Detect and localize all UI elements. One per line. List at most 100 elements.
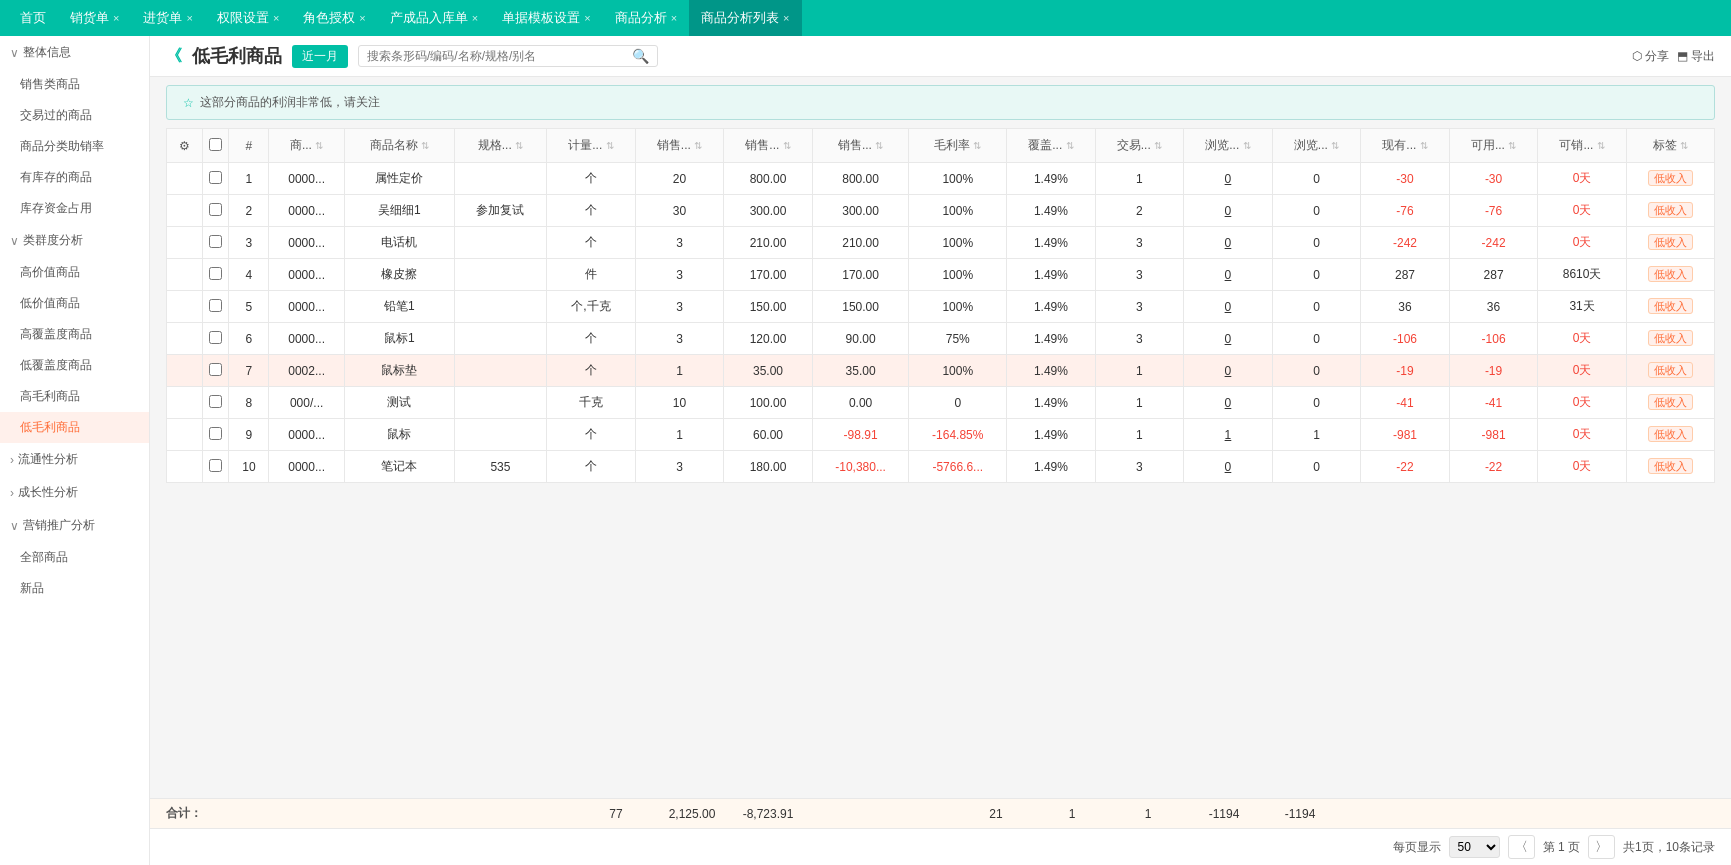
- sidebar-group-cluster[interactable]: ∨ 类群度分析: [0, 224, 149, 257]
- nav-item-permissions[interactable]: 权限设置 ×: [205, 0, 291, 36]
- export-button[interactable]: ⬒ 导出: [1677, 48, 1715, 65]
- row-checkbox[interactable]: [209, 299, 222, 312]
- row-checkbox[interactable]: [209, 363, 222, 376]
- close-icon[interactable]: ×: [273, 12, 279, 24]
- cell-coverage: 1.49%: [1007, 451, 1096, 483]
- close-icon[interactable]: ×: [186, 12, 192, 24]
- cell-checkbox[interactable]: [203, 163, 229, 195]
- cell-view1[interactable]: 0: [1184, 227, 1273, 259]
- nav-item-product-entry[interactable]: 产成品入库单 ×: [378, 0, 490, 36]
- nav-item-purchase[interactable]: 进货单 ×: [131, 0, 204, 36]
- cell-view1[interactable]: 0: [1184, 163, 1273, 195]
- th-spec[interactable]: 规格... ⇅: [454, 129, 547, 163]
- sidebar-item-low-margin[interactable]: 低毛利商品: [0, 412, 149, 443]
- nav-item-product-analysis[interactable]: 商品分析 ×: [603, 0, 689, 36]
- th-sales-qty[interactable]: 销售... ⇅: [635, 129, 724, 163]
- cell-checkbox[interactable]: [203, 259, 229, 291]
- th-coverage[interactable]: 覆盖... ⇅: [1007, 129, 1096, 163]
- row-checkbox[interactable]: [209, 267, 222, 280]
- cell-view1[interactable]: 0: [1184, 387, 1273, 419]
- nav-item-home[interactable]: 首页: [8, 0, 58, 36]
- sidebar-item-traded-products[interactable]: 交易过的商品: [0, 100, 149, 131]
- share-button[interactable]: ⬡ 分享: [1632, 48, 1669, 65]
- close-icon[interactable]: ×: [359, 12, 365, 24]
- cell-checkbox[interactable]: [203, 355, 229, 387]
- cell-sales-qty: 3: [635, 451, 724, 483]
- cell-view1[interactable]: 0: [1184, 451, 1273, 483]
- th-trade-count[interactable]: 交易... ⇅: [1095, 129, 1184, 163]
- collapse-sidebar-button[interactable]: 《: [166, 46, 182, 67]
- th-view1[interactable]: 浏览... ⇅: [1184, 129, 1273, 163]
- sidebar-item-new-products[interactable]: 新品: [0, 573, 149, 604]
- sidebar-group-circulation[interactable]: › 流通性分析: [0, 443, 149, 476]
- cell-checkbox[interactable]: [203, 419, 229, 451]
- cell-checkbox[interactable]: [203, 195, 229, 227]
- row-checkbox[interactable]: [209, 427, 222, 440]
- sidebar-item-high-coverage[interactable]: 高覆盖度商品: [0, 319, 149, 350]
- row-checkbox[interactable]: [209, 203, 222, 216]
- prev-page-button[interactable]: 〈: [1508, 835, 1535, 859]
- close-icon[interactable]: ×: [783, 12, 789, 24]
- sidebar-item-low-coverage[interactable]: 低覆盖度商品: [0, 350, 149, 381]
- cell-checkbox[interactable]: [203, 387, 229, 419]
- close-icon[interactable]: ×: [472, 12, 478, 24]
- close-icon[interactable]: ×: [584, 12, 590, 24]
- nav-item-product-analysis-list[interactable]: 商品分析列表 ×: [689, 0, 801, 36]
- row-checkbox[interactable]: [209, 171, 222, 184]
- close-icon[interactable]: ×: [671, 12, 677, 24]
- cell-view1[interactable]: 0: [1184, 355, 1273, 387]
- th-sellable-days[interactable]: 可销... ⇅: [1538, 129, 1627, 163]
- sidebar-item-high-value[interactable]: 高价值商品: [0, 257, 149, 288]
- per-page-select[interactable]: 50 20 100: [1449, 836, 1500, 858]
- th-view2[interactable]: 浏览... ⇅: [1272, 129, 1361, 163]
- nav-item-roles[interactable]: 角色授权 ×: [291, 0, 377, 36]
- th-gross-margin[interactable]: 毛利率 ⇅: [909, 129, 1007, 163]
- sidebar-item-sales-products[interactable]: 销售类商品: [0, 69, 149, 100]
- cell-checkbox[interactable]: [203, 451, 229, 483]
- cell-checkbox[interactable]: [203, 227, 229, 259]
- nav-item-template[interactable]: 单据模板设置 ×: [490, 0, 602, 36]
- cell-view1[interactable]: 0: [1184, 291, 1273, 323]
- cell-view2: 0: [1272, 355, 1361, 387]
- sidebar-item-stocked-products[interactable]: 有库存的商品: [0, 162, 149, 193]
- th-sales-amount[interactable]: 销售... ⇅: [724, 129, 813, 163]
- sidebar-group-marketing[interactable]: ∨ 营销推广分析: [0, 509, 149, 542]
- cell-view1[interactable]: 1: [1184, 419, 1273, 451]
- cell-view1[interactable]: 0: [1184, 323, 1273, 355]
- sidebar-item-all-products[interactable]: 全部商品: [0, 542, 149, 573]
- row-checkbox[interactable]: [209, 459, 222, 472]
- close-icon[interactable]: ×: [113, 12, 119, 24]
- th-name[interactable]: 商品名称 ⇅: [344, 129, 454, 163]
- select-all-checkbox[interactable]: [209, 138, 222, 151]
- cell-checkbox[interactable]: [203, 323, 229, 355]
- th-code[interactable]: 商... ⇅: [269, 129, 344, 163]
- nav-item-sales[interactable]: 销货单 ×: [58, 0, 131, 36]
- row-checkbox[interactable]: [209, 331, 222, 344]
- page-total: 共1页，10条记录: [1623, 839, 1715, 856]
- cell-view1[interactable]: 0: [1184, 259, 1273, 291]
- sidebar-group-growth[interactable]: › 成长性分析: [0, 476, 149, 509]
- th-unit[interactable]: 计量... ⇅: [547, 129, 636, 163]
- th-settings[interactable]: ⚙: [167, 129, 203, 163]
- sidebar-item-low-value[interactable]: 低价值商品: [0, 288, 149, 319]
- cell-gross-margin: 100%: [909, 259, 1007, 291]
- cell-view1[interactable]: 0: [1184, 195, 1273, 227]
- cell-current-stock: -981: [1361, 419, 1450, 451]
- sidebar-item-stock-capital[interactable]: 库存资金占用: [0, 193, 149, 224]
- th-sales-profit[interactable]: 销售... ⇅: [812, 129, 909, 163]
- sidebar-group-overall[interactable]: ∨ 整体信息: [0, 36, 149, 69]
- th-current-stock[interactable]: 现有... ⇅: [1361, 129, 1450, 163]
- sidebar-item-high-margin[interactable]: 高毛利商品: [0, 381, 149, 412]
- footer-available: -1194: [1270, 807, 1330, 821]
- th-available[interactable]: 可用... ⇅: [1449, 129, 1538, 163]
- next-page-button[interactable]: 〉: [1588, 835, 1615, 859]
- cell-sales-profit: 0.00: [812, 387, 909, 419]
- cell-checkbox[interactable]: [203, 291, 229, 323]
- sidebar-item-category-rate[interactable]: 商品分类助销率: [0, 131, 149, 162]
- th-tag[interactable]: 标签 ⇅: [1626, 129, 1714, 163]
- th-checkbox[interactable]: [203, 129, 229, 163]
- period-button[interactable]: 近一月: [292, 45, 348, 68]
- search-input[interactable]: [367, 49, 632, 63]
- row-checkbox[interactable]: [209, 235, 222, 248]
- row-checkbox[interactable]: [209, 395, 222, 408]
